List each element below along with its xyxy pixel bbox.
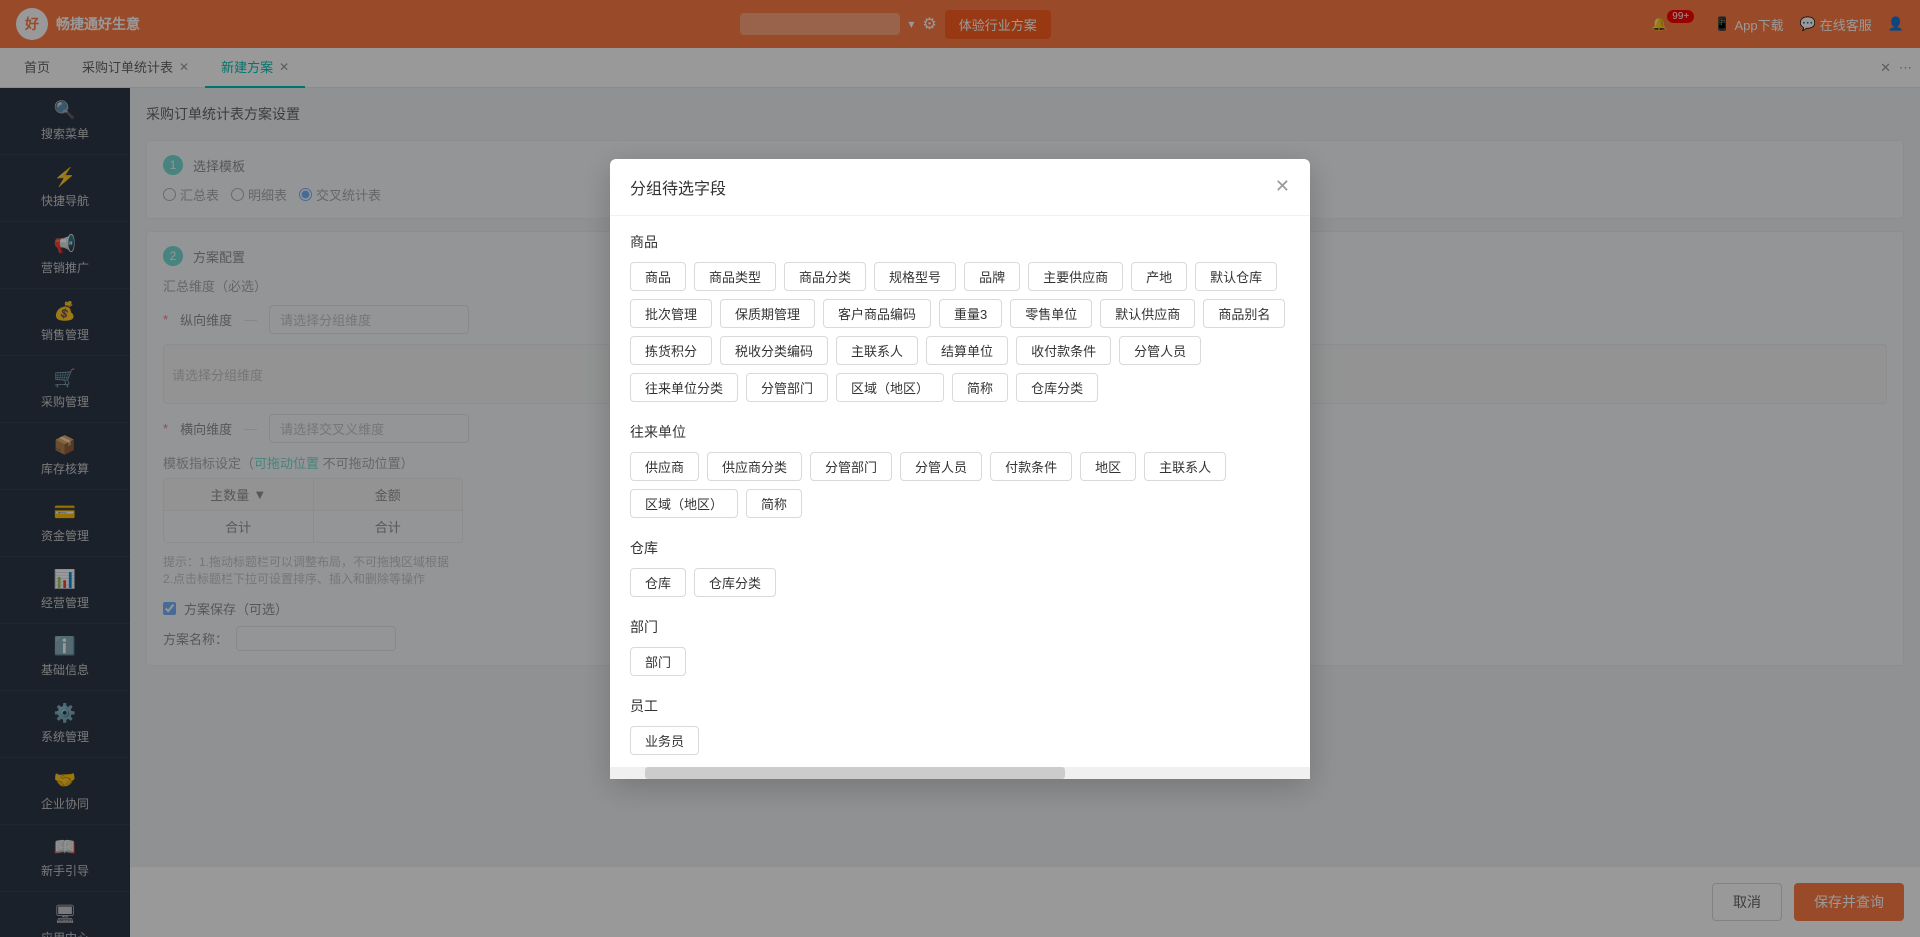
field-tags-商品: 商品商品类型商品分类规格型号品牌主要供应商产地默认仓库批次管理保质期管理客户商品… xyxy=(630,262,1290,402)
field-tag[interactable]: 主联系人 xyxy=(836,336,918,365)
field-section-部门: 部门部门 xyxy=(630,617,1290,676)
field-tag[interactable]: 主联系人 xyxy=(1144,452,1226,481)
field-tag[interactable]: 拣货积分 xyxy=(630,336,712,365)
modal-close-button[interactable]: ✕ xyxy=(1275,176,1290,197)
field-tag[interactable]: 供应商分类 xyxy=(707,452,802,481)
field-tag[interactable]: 默认仓库 xyxy=(1195,262,1277,291)
modal-header: 分组待选字段 ✕ xyxy=(610,159,1310,216)
field-tag[interactable]: 品牌 xyxy=(964,262,1020,291)
field-tag[interactable]: 分管人员 xyxy=(1119,336,1201,365)
field-tag[interactable]: 付款条件 xyxy=(990,452,1072,481)
field-tag[interactable]: 默认供应商 xyxy=(1100,299,1195,328)
field-tag[interactable]: 供应商 xyxy=(630,452,699,481)
field-tag[interactable]: 产地 xyxy=(1131,262,1187,291)
field-tag[interactable]: 分管人员 xyxy=(900,452,982,481)
field-tag[interactable]: 业务员 xyxy=(630,726,699,755)
field-select-modal: 分组待选字段 ✕ 商品商品商品类型商品分类规格型号品牌主要供应商产地默认仓库批次… xyxy=(610,159,1310,779)
field-tags-往来单位: 供应商供应商分类分管部门分管人员付款条件地区主联系人区域（地区） 简称 xyxy=(630,452,1290,518)
modal-horizontal-scrollbar[interactable] xyxy=(610,767,1310,779)
field-tag[interactable]: 商品分类 xyxy=(784,262,866,291)
field-tag[interactable]: 零售单位 xyxy=(1010,299,1092,328)
field-tag[interactable]: 简称 xyxy=(746,489,802,518)
field-tag[interactable]: 仓库分类 xyxy=(1016,373,1098,402)
section-title-部门: 部门 xyxy=(630,617,1290,637)
field-tag[interactable]: 分管部门 xyxy=(810,452,892,481)
field-tag[interactable]: 商品 xyxy=(630,262,686,291)
field-tag[interactable]: 商品类型 xyxy=(694,262,776,291)
field-tags-员工: 业务员 xyxy=(630,726,1290,755)
modal-title: 分组待选字段 xyxy=(630,175,726,199)
field-tag[interactable]: 保质期管理 xyxy=(720,299,815,328)
field-tag[interactable]: 商品别名 xyxy=(1203,299,1285,328)
field-tag[interactable]: 区域（地区） xyxy=(630,489,738,518)
field-tag[interactable]: 税收分类编码 xyxy=(720,336,828,365)
field-tag[interactable]: 主要供应商 xyxy=(1028,262,1123,291)
modal-body: 商品商品商品类型商品分类规格型号品牌主要供应商产地默认仓库批次管理保质期管理客户… xyxy=(610,216,1310,767)
field-tag[interactable]: 收付款条件 xyxy=(1016,336,1111,365)
field-tag[interactable]: 区域（地区） xyxy=(836,373,944,402)
field-tag[interactable]: 批次管理 xyxy=(630,299,712,328)
field-tag[interactable]: 简称 xyxy=(952,373,1008,402)
field-section-仓库: 仓库仓库仓库分类 xyxy=(630,538,1290,597)
field-section-员工: 员工业务员 xyxy=(630,696,1290,755)
section-title-员工: 员工 xyxy=(630,696,1290,716)
field-tag[interactable]: 规格型号 xyxy=(874,262,956,291)
field-section-往来单位: 往来单位供应商供应商分类分管部门分管人员付款条件地区主联系人区域（地区） 简称 xyxy=(630,422,1290,518)
field-tags-仓库: 仓库仓库分类 xyxy=(630,568,1290,597)
field-section-商品: 商品商品商品类型商品分类规格型号品牌主要供应商产地默认仓库批次管理保质期管理客户… xyxy=(630,232,1290,402)
field-tag[interactable]: 仓库 xyxy=(630,568,686,597)
field-tag[interactable]: 重量3 xyxy=(939,299,1002,328)
field-tag[interactable]: 往来单位分类 xyxy=(630,373,738,402)
modal-scroll-thumb xyxy=(645,767,1065,779)
field-tag[interactable]: 仓库分类 xyxy=(694,568,776,597)
section-title-往来单位: 往来单位 xyxy=(630,422,1290,442)
field-tags-部门: 部门 xyxy=(630,647,1290,676)
field-tag[interactable]: 地区 xyxy=(1080,452,1136,481)
section-title-商品: 商品 xyxy=(630,232,1290,252)
section-title-仓库: 仓库 xyxy=(630,538,1290,558)
field-tag[interactable]: 结算单位 xyxy=(926,336,1008,365)
field-tag[interactable]: 部门 xyxy=(630,647,686,676)
field-tag[interactable]: 客户商品编码 xyxy=(823,299,931,328)
field-tag[interactable]: 分管部门 xyxy=(746,373,828,402)
